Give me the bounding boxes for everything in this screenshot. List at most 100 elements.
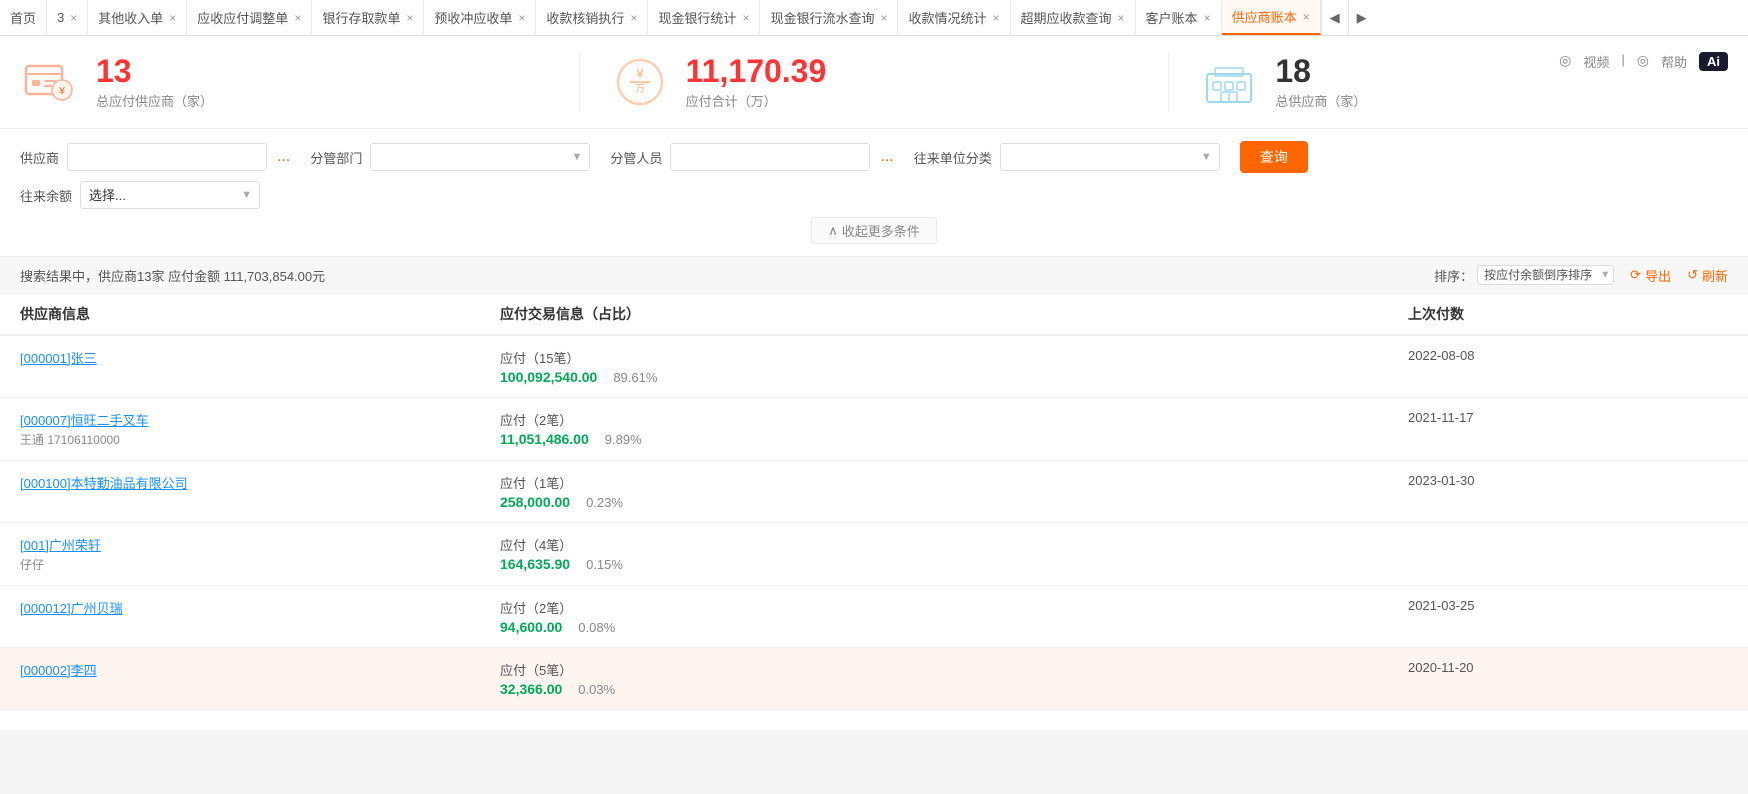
last-pay-2: 2023-01-30 [1408, 473, 1728, 488]
close-icon[interactable]: × [993, 11, 1000, 25]
supplier-link-2[interactable]: [000100]本特勤油品有限公司 [20, 473, 500, 492]
close-icon[interactable]: × [630, 11, 637, 25]
table-row: [000100]本特勤油品有限公司 应付（1笔） 258,000.00 0.23… [0, 461, 1748, 523]
supplier-cell-1: [000007]恒旺二手叉车 王通 17106110000 [20, 410, 500, 448]
supplier-link-5[interactable]: [000002]李四 [20, 660, 500, 679]
supplier-input[interactable] [67, 143, 267, 171]
payable-suppliers-label: 总应付供应商（家） [96, 91, 213, 110]
person-input[interactable] [670, 143, 870, 171]
nav-tab-bank-deposit[interactable]: 银行存取款单 × [312, 0, 424, 35]
ai-badge[interactable]: Ai [1699, 52, 1728, 71]
nav-tab-supplier-ledger[interactable]: 供应商账本 × [1222, 0, 1321, 35]
transaction-cell-4: 应付（2笔） 94,600.00 0.08% [500, 598, 1408, 635]
person-filter: 分管人员 ... [610, 143, 893, 171]
nav-tab-overdue-label: 超期应收款查询 [1021, 8, 1112, 27]
nav-tab-collect-stats[interactable]: 收款情况统计 × [898, 0, 1010, 35]
total-payable-amount: 11,170.39 [686, 55, 827, 87]
separator: | [1621, 52, 1624, 71]
supplier-payable-icon: ¥ [20, 52, 80, 112]
transaction-cell-1: 应付（2笔） 11,051,486.00 9.89% [500, 410, 1408, 447]
result-actions: 排序： 按应付余额倒序排序 ▼ ⟳ 导出 ↺ 刷新 [1434, 265, 1728, 285]
supplier-cell-0: [000001]张三 [20, 348, 500, 367]
supplier-dots-btn[interactable]: ... [277, 148, 290, 166]
refresh-button[interactable]: ↺ 刷新 [1687, 266, 1728, 285]
transaction-amount-2: 258,000.00 [500, 494, 570, 510]
balance-select[interactable]: 选择... [80, 181, 260, 209]
nav-tab-prepay[interactable]: 预收冲应收单 × [424, 0, 536, 35]
transaction-amount-0: 100,092,540.00 [500, 369, 597, 385]
nav-arrow-right[interactable]: ▶ [1348, 0, 1375, 35]
filter-row-2: 往来余额 选择... ▼ [20, 181, 1728, 209]
total-suppliers-icon [1199, 52, 1259, 112]
last-pay-5: 2020-11-20 [1408, 660, 1728, 675]
total-payable-icon: ¥ 万 [610, 52, 670, 112]
category-select[interactable] [1000, 143, 1220, 171]
supplier-cell-5: [000002]李四 [20, 660, 500, 679]
close-icon[interactable]: × [406, 11, 413, 25]
close-icon[interactable]: × [1118, 11, 1125, 25]
nav-tab-cash-bank-stats[interactable]: 现金银行统计 × [648, 0, 760, 35]
nav-tab-adjustment[interactable]: 应收应付调整单 × [187, 0, 312, 35]
collapse-label: 收起更多条件 [842, 221, 920, 240]
category-select-wrap: ▼ [1000, 143, 1220, 171]
dept-select[interactable] [370, 143, 590, 171]
nav-tab-cash-flow[interactable]: 现金银行流水查询 × [760, 0, 898, 35]
nav-tab-3[interactable]: 3 × [47, 0, 88, 35]
total-suppliers-label: 总供应商（家） [1275, 91, 1366, 110]
sort-select-wrap: 按应付余额倒序排序 ▼ [1477, 265, 1614, 285]
table-row: [000012]广州贝瑞 应付（2笔） 94,600.00 0.08% 2021… [0, 586, 1748, 648]
sort-label: 排序： [1434, 266, 1473, 285]
transaction-amount-3: 164,635.90 [500, 556, 570, 572]
transaction-cell-0: 应付（15笔） 100,092,540.00 89.61% [500, 348, 1408, 385]
export-button[interactable]: ⟳ 导出 [1630, 266, 1671, 285]
close-icon[interactable]: × [1204, 11, 1211, 25]
help-link[interactable]: 帮助 [1661, 52, 1687, 71]
last-pay-0: 2022-08-08 [1408, 348, 1728, 363]
close-icon[interactable]: × [1303, 10, 1310, 24]
nav-tab-home[interactable]: 首页 [0, 0, 47, 35]
close-icon[interactable]: × [518, 11, 525, 25]
balance-label: 往来余额 [20, 186, 72, 205]
payable-suppliers-count: 13 [96, 55, 213, 87]
close-icon[interactable]: × [880, 11, 887, 25]
close-icon[interactable]: × [70, 11, 77, 25]
person-dots-btn[interactable]: ... [880, 148, 893, 166]
query-button[interactable]: 查询 [1240, 141, 1308, 173]
last-pay-1: 2021-11-17 [1408, 410, 1728, 425]
result-stats-text: 搜索结果中，供应商13家 应付金额 111,703,854.00元 [20, 266, 325, 285]
result-stats-bar: 搜索结果中，供应商13家 应付金额 111,703,854.00元 排序： 按应… [0, 257, 1748, 294]
nav-tab-collect-verify[interactable]: 收款核销执行 × [536, 0, 648, 35]
nav-tab-customer-ledger-label: 客户账本 [1146, 8, 1198, 27]
svg-text:万: 万 [635, 84, 645, 95]
transaction-label-0: 应付（15笔） [500, 348, 1408, 367]
close-icon[interactable]: × [742, 11, 749, 25]
nav-tab-other-income[interactable]: 其他收入单 × [88, 0, 187, 35]
close-icon[interactable]: × [169, 11, 176, 25]
collapse-button[interactable]: ∧ 收起更多条件 [811, 217, 937, 244]
nav-tab-cash-bank-stats-label: 现金银行统计 [658, 8, 736, 27]
supplier-cell-4: [000012]广州贝瑞 [20, 598, 500, 617]
filter-area: 供应商 ... 分管部门 ▼ 分管人员 ... 往来单位分类 [0, 129, 1748, 257]
chevron-up-icon: ∧ [828, 223, 838, 239]
close-icon[interactable]: × [294, 11, 301, 25]
transaction-pct-1: 9.89% [605, 432, 642, 447]
summary-card-3-content: 18 总供应商（家） [1275, 55, 1366, 110]
video-link[interactable]: 视频 [1583, 52, 1609, 71]
transaction-label-4: 应付（2笔） [500, 598, 1408, 617]
supplier-link-1[interactable]: [000007]恒旺二手叉车 [20, 410, 500, 429]
transaction-amount-1: 11,051,486.00 [500, 431, 589, 447]
supplier-link-0[interactable]: [000001]张三 [20, 348, 500, 367]
circle-icon: ◎ [1559, 52, 1571, 71]
sort-select[interactable]: 按应付余额倒序排序 [1477, 265, 1614, 285]
nav-tab-customer-ledger[interactable]: 客户账本 × [1136, 0, 1222, 35]
table-header-last-pay: 上次付数 [1408, 304, 1728, 324]
nav-arrow-left[interactable]: ◀ [1321, 0, 1348, 35]
nav-tab-overdue[interactable]: 超期应收款查询 × [1011, 0, 1136, 35]
nav-tab-cash-flow-label: 现金银行流水查询 [770, 8, 874, 27]
supplier-link-4[interactable]: [000012]广州贝瑞 [20, 598, 500, 617]
supplier-link-3[interactable]: [001]广州荣轩 [20, 535, 500, 554]
balance-select-wrap: 选择... ▼ [80, 181, 260, 209]
transaction-cell-3: 应付（4笔） 164,635.90 0.15% [500, 535, 1408, 572]
table-header-row: 供应商信息 应付交易信息（占比） 上次付数 [0, 294, 1748, 336]
transaction-amount-4: 94,600.00 [500, 619, 562, 635]
